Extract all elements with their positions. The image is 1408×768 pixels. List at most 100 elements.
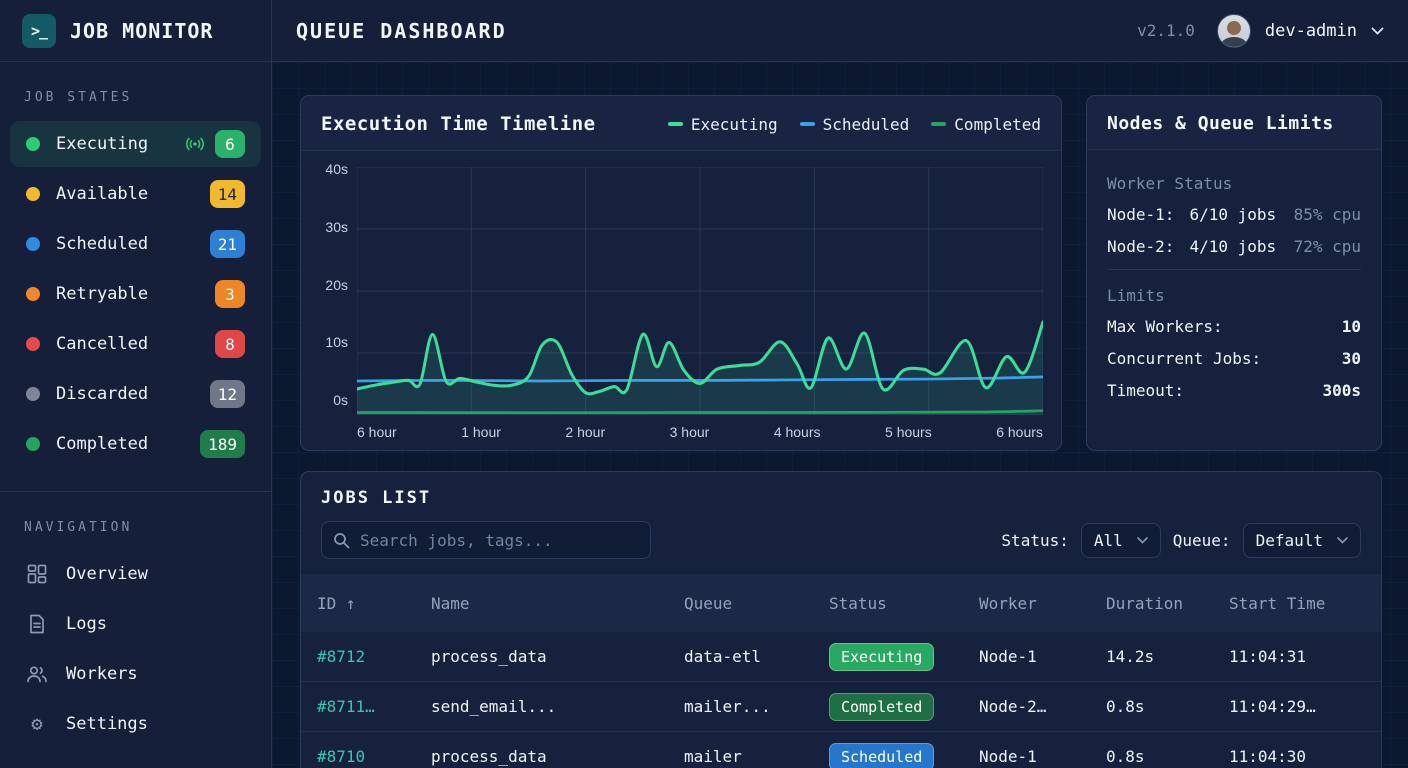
sidebar-item-retryable[interactable]: Retryable 3 xyxy=(10,271,261,317)
status-cell: Completed xyxy=(829,692,979,721)
nodes-card-header: Nodes & Queue Limits xyxy=(1087,96,1381,150)
status-badge: Scheduled xyxy=(829,742,935,768)
executing-dot xyxy=(26,137,40,151)
limit-value: 300s xyxy=(1322,381,1361,400)
sidebar-item-cancelled[interactable]: Cancelled 8 xyxy=(10,321,261,367)
limit-row: Timeout: 300s xyxy=(1107,381,1361,400)
search-input[interactable] xyxy=(321,521,651,559)
limits-label: Limits xyxy=(1107,286,1165,305)
y-axis-labels: 0s 10s 20s 30s 40s xyxy=(313,161,357,408)
x-tick: 3 hour xyxy=(669,424,710,440)
column-header-worker[interactable]: Worker xyxy=(979,594,1106,613)
job-states-section-label: JOB STATES xyxy=(24,90,133,105)
x-tick: 1 hour xyxy=(461,424,501,440)
document-icon xyxy=(26,614,48,634)
legend-label: Completed xyxy=(954,114,1041,134)
job-id-link[interactable]: #8712 xyxy=(317,647,431,666)
nodes-card-title: Nodes & Queue Limits xyxy=(1107,113,1334,134)
username: dev-admin xyxy=(1264,20,1357,41)
column-header-id[interactable]: ID ↑ xyxy=(317,594,431,613)
nodes-queue-limits-card: Nodes & Queue Limits Worker Status Node-… xyxy=(1086,95,1382,451)
user-avatar[interactable] xyxy=(1216,13,1251,48)
cancelled-dot xyxy=(26,337,40,351)
y-tick: 30s xyxy=(325,218,348,235)
x-tick: 4 hours xyxy=(773,424,821,440)
node-name: Node-1: xyxy=(1107,205,1175,224)
job-queue: data-etl xyxy=(684,647,762,666)
sidebar-item-completed[interactable]: Completed 189 xyxy=(10,421,261,467)
legend-label: Scheduled xyxy=(822,114,910,134)
status-badge: Executing xyxy=(829,642,935,671)
table-row[interactable]: #8710 process_data mailer Scheduled Node… xyxy=(301,732,1381,768)
status-cell: Executing xyxy=(829,642,979,671)
y-tick: 40s xyxy=(325,161,348,177)
jobs-list-header: JOBS LIST Status: All Queue: xyxy=(301,472,1381,574)
table-row[interactable]: #8711… send_email... mailer... Completed… xyxy=(301,682,1381,732)
filters: Status: All Queue: Default xyxy=(1001,522,1361,558)
legend-swatch xyxy=(667,122,683,126)
count-badge: 189 xyxy=(200,430,245,458)
y-tick: 20s xyxy=(325,276,348,293)
job-start-time: 11:04:30 xyxy=(1229,747,1307,766)
chart-plot-area: 0s 10s 20s 30s 40s 6 hour 1 hour 2 hour xyxy=(301,151,1061,450)
chevron-down-icon xyxy=(1337,536,1348,544)
sidebar-item-logs[interactable]: Logs xyxy=(0,599,271,649)
state-label: Cancelled xyxy=(56,334,149,354)
limit-row: Max Workers: 10 xyxy=(1107,317,1361,336)
app-root: >_ JOB MONITOR JOB STATES Executing 6 Av… xyxy=(0,0,1408,768)
legend-swatch xyxy=(931,122,947,126)
legend-item-scheduled: Scheduled xyxy=(799,114,910,134)
job-queue: mailer xyxy=(684,747,742,766)
execution-timeline-card: Execution Time Timeline Executing Schedu… xyxy=(300,95,1062,451)
job-duration: 0.8s xyxy=(1106,747,1145,766)
limit-label: Max Workers: xyxy=(1107,317,1223,336)
worker-status-label: Worker Status xyxy=(1107,174,1233,193)
count-badge: 8 xyxy=(215,330,245,358)
count-badge: 14 xyxy=(209,180,245,208)
status-cell: Scheduled xyxy=(829,742,979,768)
queue-filter-select[interactable]: Default xyxy=(1242,522,1361,558)
count-badge: 21 xyxy=(209,230,245,258)
x-tick: 6 hour xyxy=(357,424,397,440)
column-header-name[interactable]: Name xyxy=(431,594,684,613)
column-header-status[interactable]: Status xyxy=(829,594,979,613)
sidebar-item-settings[interactable]: ⚙ Settings xyxy=(0,699,271,749)
sidebar-item-available[interactable]: Available 14 xyxy=(10,171,261,217)
sidebar-item-discarded[interactable]: Discarded 12 xyxy=(10,371,261,417)
job-id-link[interactable]: #8711… xyxy=(317,697,431,716)
discarded-dot xyxy=(26,387,40,401)
nodes-card-body: Worker Status Node-1: 6/10 jobs 85% cpu … xyxy=(1087,150,1381,413)
node-cpu: 85% cpu xyxy=(1293,205,1361,224)
available-dot xyxy=(26,187,40,201)
sidebar-item-workers[interactable]: Workers xyxy=(0,649,271,699)
completed-dot xyxy=(26,437,40,451)
table-header-row: ID ↑ Name Queue Status Worker Duration S… xyxy=(301,574,1381,632)
column-header-duration[interactable]: Duration xyxy=(1106,594,1229,613)
legend-swatch xyxy=(799,122,815,126)
status-filter-value: All xyxy=(1093,530,1123,550)
count-badge: 6 xyxy=(215,130,245,158)
sidebar-item-scheduled[interactable]: Scheduled 21 xyxy=(10,221,261,267)
app-title: JOB MONITOR xyxy=(70,18,214,43)
sidebar: >_ JOB MONITOR JOB STATES Executing 6 Av… xyxy=(0,0,272,768)
chart-title: Execution Time Timeline xyxy=(321,113,596,135)
page-title: QUEUE DASHBOARD xyxy=(296,18,507,43)
job-id-link[interactable]: #8710 xyxy=(317,747,431,766)
sidebar-item-overview[interactable]: Overview xyxy=(0,549,271,599)
status-filter-select[interactable]: All xyxy=(1080,522,1161,558)
jobs-list-card: JOBS LIST Status: All Queue: xyxy=(300,471,1382,768)
nav-label: Settings xyxy=(66,714,148,734)
chart-card-header: Execution Time Timeline Executing Schedu… xyxy=(301,96,1061,151)
limit-row: Concurrent Jobs: 30 xyxy=(1107,349,1361,368)
state-label: Available xyxy=(56,184,149,204)
table-row[interactable]: #8712 process_data data-etl Executing No… xyxy=(301,632,1381,682)
jobs-list-title: JOBS LIST xyxy=(321,488,432,508)
jobs-table: ID ↑ Name Queue Status Worker Duration S… xyxy=(301,574,1381,768)
nodes-divider xyxy=(1107,269,1361,270)
top-bar: QUEUE DASHBOARD v2.1.0 dev-admin xyxy=(272,0,1408,62)
chevron-down-icon[interactable] xyxy=(1371,27,1384,35)
column-header-queue[interactable]: Queue xyxy=(684,594,829,613)
sidebar-item-executing[interactable]: Executing 6 xyxy=(10,121,261,167)
column-header-start-time[interactable]: Start Time xyxy=(1229,594,1381,613)
legend-item-completed: Completed xyxy=(931,115,1041,134)
